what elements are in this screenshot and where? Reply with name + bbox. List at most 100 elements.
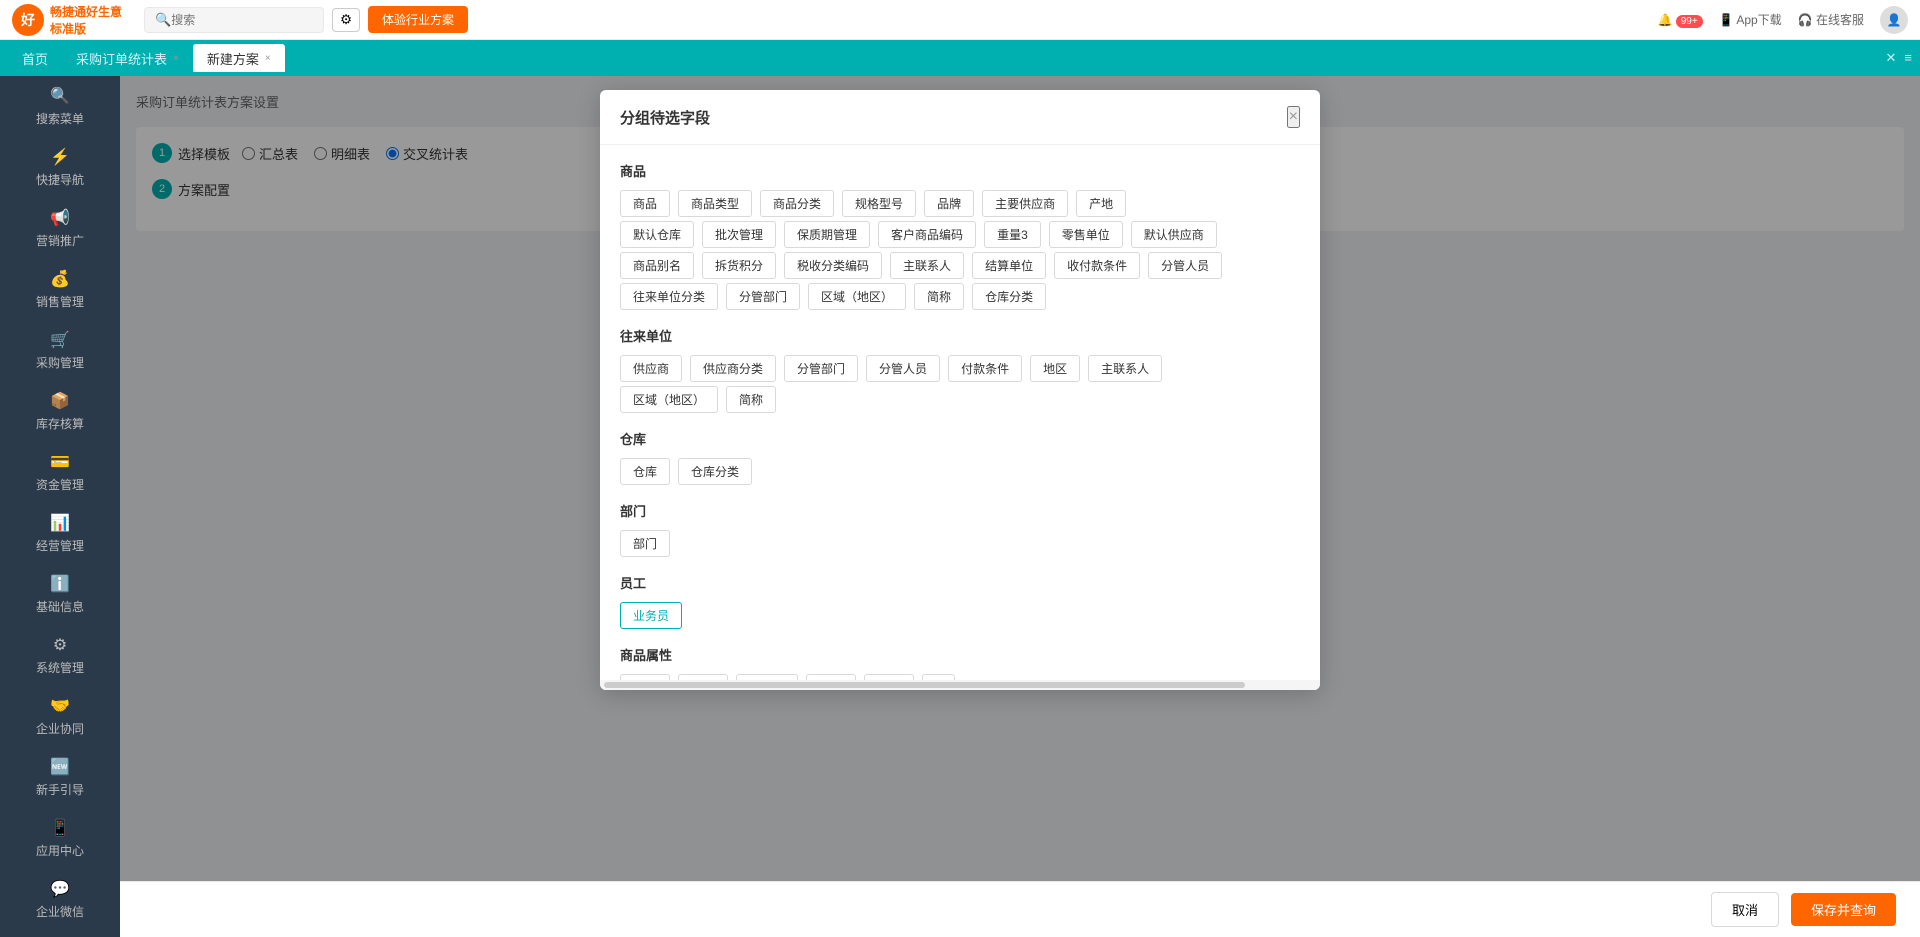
modal-horizontal-scroll[interactable] [600,680,1320,690]
modal-close-button[interactable]: × [1287,106,1300,128]
tag-product[interactable]: 商品 [620,190,670,217]
tag-main-supplier[interactable]: 主要供应商 [982,190,1068,217]
sidebar-item-operation[interactable]: 📊 经营管理 [0,503,120,564]
section-title-warehouse: 仓库 [620,429,1300,448]
tab-close-all[interactable]: ✕ [1886,50,1897,66]
tag-dept[interactable]: 部门 [620,530,670,557]
tag-group-employee: 业务员 [620,602,1300,629]
tag-short-name-cp[interactable]: 简称 [726,386,776,413]
tab-new-plan[interactable]: 新建方案 × [193,44,285,72]
tag-dept-in-charge[interactable]: 分管部门 [726,283,800,310]
tab-purchase-stats[interactable]: 采购订单统计表 × [62,44,193,72]
tag-retail-unit[interactable]: 零售单位 [1049,221,1123,248]
tag-brand[interactable]: 品牌 [924,190,974,217]
sidebar-item-new-guide[interactable]: 🆕 新手引导 [0,747,120,808]
tag-origin[interactable]: 产地 [1076,190,1126,217]
tag-person-charge[interactable]: 分管人员 [866,355,940,382]
tag-supplier-category[interactable]: 供应商分类 [690,355,776,382]
tag-payment-cond[interactable]: 付款条件 [948,355,1022,382]
tag-salesperson[interactable]: 业务员 [620,602,682,629]
cancel-button[interactable]: 取消 [1711,892,1779,927]
tag-warehouse-category[interactable]: 仓库分类 [678,458,752,485]
section-title-product: 商品 [620,161,1300,180]
sidebar-item-search[interactable]: 🔍 搜索菜单 [0,76,120,137]
tag-weight3[interactable]: 重量3 [984,221,1041,248]
tag-dept-charge[interactable]: 分管部门 [784,355,858,382]
sidebar-item-marketing[interactable]: 📢 营销推广 [0,198,120,259]
trial-button[interactable]: 体验行业方案 [368,6,468,33]
tag-supervisor[interactable]: 分管人员 [1148,252,1222,279]
tag-batch-mgmt[interactable]: 批次管理 [702,221,776,248]
tag-default-supplier[interactable]: 默认供应商 [1131,221,1217,248]
tag-group-counterpart: 供应商 供应商分类 分管部门 分管人员 付款条件 地区 主联系人 [620,355,1300,382]
tag-customer-code[interactable]: 客户商品编码 [878,221,976,248]
tag-product-alias[interactable]: 商品别名 [620,252,694,279]
tag-default-warehouse[interactable]: 默认仓库 [620,221,694,248]
sidebar-item-sales[interactable]: 💰 销售管理 [0,259,120,320]
gear-button[interactable]: ⚙ [332,8,360,32]
section-title-counterpart: 往来单位 [620,326,1300,345]
tag-split-points[interactable]: 拆货积分 [702,252,776,279]
online-service[interactable]: 🎧 在线客服 [1798,11,1864,28]
sidebar-item-wechat[interactable]: 💬 企业微信 [0,869,120,930]
notification-icon: 🔔 [1657,13,1672,27]
sidebar-item-quick-nav[interactable]: ⚡ 快捷导航 [0,137,120,198]
quick-nav-icon: ⚡ [50,147,70,167]
app-download[interactable]: 📱 App下载 [1719,11,1782,28]
logo-text: 畅捷通好生意 标准版 [50,3,122,37]
sidebar-item-basic-info[interactable]: ℹ️ 基础信息 [0,564,120,625]
enterprise-icon: 🤝 [50,696,70,716]
user-avatar[interactable]: 👤 [1880,6,1908,34]
save-query-button[interactable]: 保存并查询 [1791,893,1896,926]
top-right: 🔔 99+ 📱 App下载 🎧 在线客服 👤 [1657,6,1908,34]
tab-home-label: 首页 [22,49,48,68]
sidebar-item-enterprise[interactable]: 🤝 企业协同 [0,686,120,747]
tab-home[interactable]: 首页 [8,44,62,72]
new-guide-icon: 🆕 [50,757,70,777]
marketing-icon: 📢 [50,208,70,228]
tag-area[interactable]: 地区 [1030,355,1080,382]
tag-spec-model[interactable]: 规格型号 [842,190,916,217]
tag-warehouse[interactable]: 仓库 [620,458,670,485]
tag-region-area-prod[interactable]: 区域（地区） [808,283,906,310]
notification-area[interactable]: 🔔 99+ [1657,13,1702,27]
sidebar-item-member[interactable]: 👑 畅会员 [0,930,120,937]
tag-tax-code[interactable]: 税收分类编码 [784,252,882,279]
sidebar-item-app-center[interactable]: 📱 应用中心 [0,808,120,869]
sidebar-item-inventory[interactable]: 📦 库存核算 [0,381,120,442]
search-box[interactable]: 🔍 [144,7,324,33]
tag-short-name-prod[interactable]: 简称 [914,283,964,310]
tag-group-warehouse: 仓库 仓库分类 [620,458,1300,485]
tag-group-counterpart-2: 区域（地区） 简称 [620,386,1300,413]
logo-icon: 好 [12,4,44,36]
search-menu-icon: 🔍 [50,86,70,106]
system-icon: ⚙ [53,635,67,655]
tag-main-contact-cp[interactable]: 主联系人 [1088,355,1162,382]
logo-area: 好 畅捷通好生意 标准版 [12,3,132,37]
bottom-bar: 取消 保存并查询 [120,881,1920,937]
tab-new-plan-close[interactable]: × [265,53,271,64]
sidebar-item-system[interactable]: ⚙ 系统管理 [0,625,120,686]
tab-controls: ✕ ≡ [1886,50,1913,66]
tag-product-category[interactable]: 商品分类 [760,190,834,217]
sidebar-item-finance[interactable]: 💳 资金管理 [0,442,120,503]
tag-product-type[interactable]: 商品类型 [678,190,752,217]
search-input[interactable] [171,13,301,27]
tag-counterpart-category[interactable]: 往来单位分类 [620,283,718,310]
sidebar-item-purchase[interactable]: 🛒 采购管理 [0,320,120,381]
tab-purchase-stats-close[interactable]: × [173,53,179,64]
search-icon: 🔍 [155,12,171,28]
basic-info-icon: ℹ️ [50,574,70,594]
tag-main-contact[interactable]: 主联系人 [890,252,964,279]
tab-menu[interactable]: ≡ [1904,50,1912,66]
tag-region-area-cp[interactable]: 区域（地区） [620,386,718,413]
tag-settlement-unit[interactable]: 结算单位 [972,252,1046,279]
tag-payment-terms[interactable]: 收付款条件 [1054,252,1140,279]
section-title-product-attr: 商品属性 [620,645,1300,664]
wechat-icon: 💬 [50,879,70,899]
tag-warehouse-category-prod[interactable]: 仓库分类 [972,283,1046,310]
modal-header: 分组待选字段 × [600,90,1320,145]
tag-supplier[interactable]: 供应商 [620,355,682,382]
operation-icon: 📊 [50,513,70,533]
tag-shelf-life[interactable]: 保质期管理 [784,221,870,248]
